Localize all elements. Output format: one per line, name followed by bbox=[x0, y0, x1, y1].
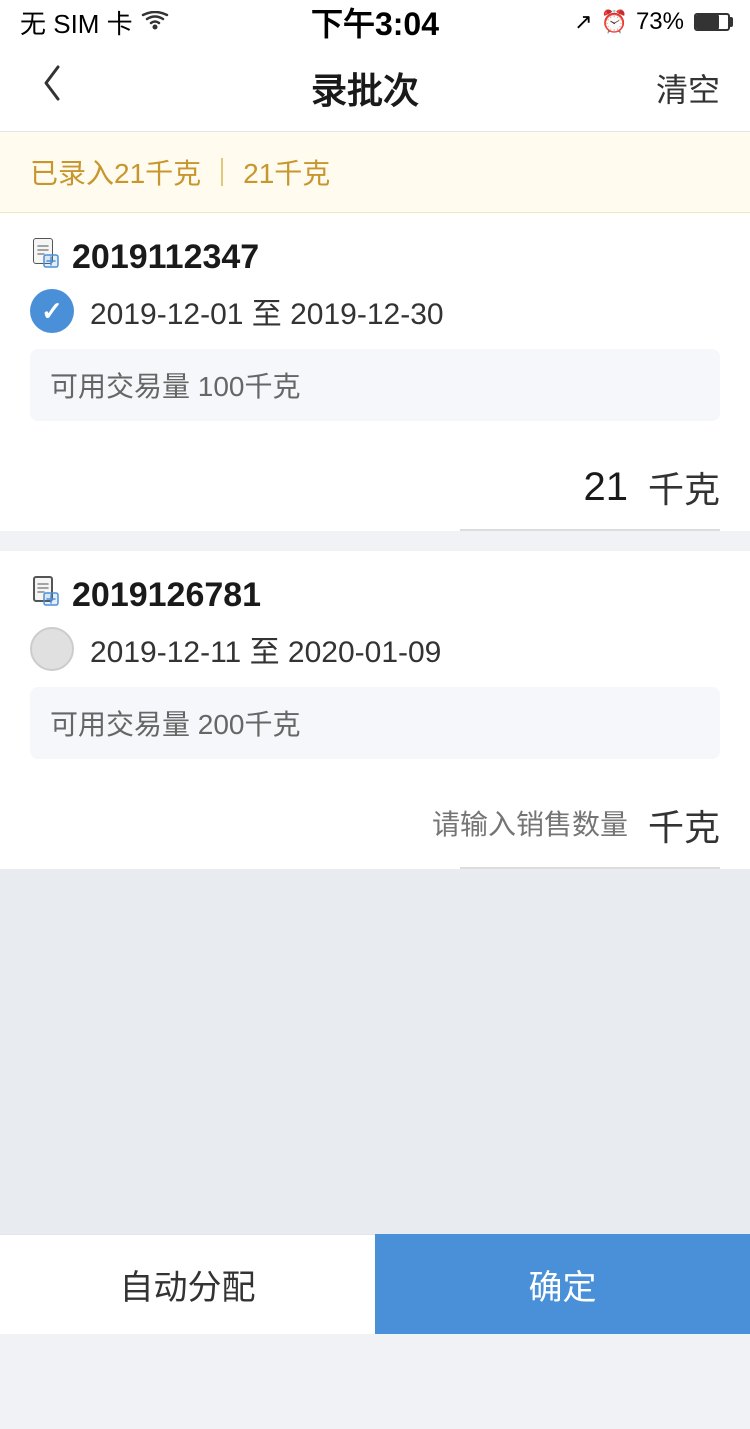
batch-id-1: 2019112347 bbox=[72, 238, 259, 277]
summary-divider bbox=[221, 158, 223, 186]
checkbox-1[interactable]: ✓ bbox=[30, 289, 74, 333]
battery-label: 73% bbox=[636, 8, 684, 36]
back-button[interactable] bbox=[30, 53, 74, 122]
batch-card-1: 2019112347 ✓ 2019-12-01 至 2019-12-30 可用交… bbox=[0, 213, 750, 531]
bottom-bar: 自动分配 确定 bbox=[0, 1234, 750, 1334]
qty-unit-2: 千克 bbox=[648, 799, 720, 851]
wifi-icon bbox=[141, 7, 169, 38]
batch-doc-icon-1 bbox=[30, 237, 62, 277]
qty-unit-1: 千克 bbox=[648, 461, 720, 513]
qty-row-1: 千克 bbox=[0, 445, 750, 529]
checkmark-1: ✓ bbox=[41, 296, 63, 327]
available-qty-2: 可用交易量 200千克 bbox=[30, 687, 720, 759]
summary-value: 21千克 bbox=[243, 152, 330, 192]
nav-bar: 录批次 清空 bbox=[0, 44, 750, 132]
batch-card-2: 2019126781 2019-12-11 至 2020-01-09 可用交易量… bbox=[0, 551, 750, 869]
status-bar: 无 SIM 卡 下午3:04 ↗ ⏰ 73% bbox=[0, 0, 750, 44]
qty-input-2[interactable] bbox=[328, 809, 628, 841]
battery-icon bbox=[694, 13, 730, 31]
batch-date-2: 2019-12-11 至 2020-01-09 bbox=[90, 627, 441, 671]
batch-date-row-1[interactable]: ✓ 2019-12-01 至 2019-12-30 bbox=[30, 289, 720, 333]
card-separator bbox=[0, 531, 750, 551]
confirm-button[interactable]: 确定 bbox=[375, 1234, 750, 1334]
status-time: 下午3:04 bbox=[311, 0, 439, 45]
batch-id-2: 2019126781 bbox=[72, 576, 261, 615]
qty-row-2: 千克 bbox=[0, 783, 750, 867]
auto-distribute-button[interactable]: 自动分配 bbox=[0, 1234, 375, 1334]
batch-doc-icon-2 bbox=[30, 575, 62, 615]
location-icon: ↗ bbox=[574, 9, 592, 35]
alarm-icon: ⏰ bbox=[601, 9, 628, 35]
status-right: ↗ ⏰ 73% bbox=[574, 8, 730, 36]
summary-bar: 已录入21千克 21千克 bbox=[0, 132, 750, 213]
status-left: 无 SIM 卡 bbox=[20, 4, 169, 41]
checkbox-2[interactable] bbox=[30, 627, 74, 671]
batch-id-row-1: 2019112347 bbox=[30, 237, 720, 277]
batch-date-row-2[interactable]: 2019-12-11 至 2020-01-09 bbox=[30, 627, 720, 671]
bottom-padding bbox=[0, 1329, 750, 1429]
carrier-label: 无 SIM 卡 bbox=[20, 4, 133, 41]
page-title: 录批次 bbox=[311, 62, 419, 114]
batch-date-1: 2019-12-01 至 2019-12-30 bbox=[90, 289, 444, 333]
available-qty-1: 可用交易量 100千克 bbox=[30, 349, 720, 421]
batch-id-row-2: 2019126781 bbox=[30, 575, 720, 615]
qty-input-1[interactable] bbox=[428, 465, 628, 510]
recorded-label: 已录入21千克 bbox=[30, 152, 201, 192]
clear-button[interactable]: 清空 bbox=[656, 65, 720, 111]
